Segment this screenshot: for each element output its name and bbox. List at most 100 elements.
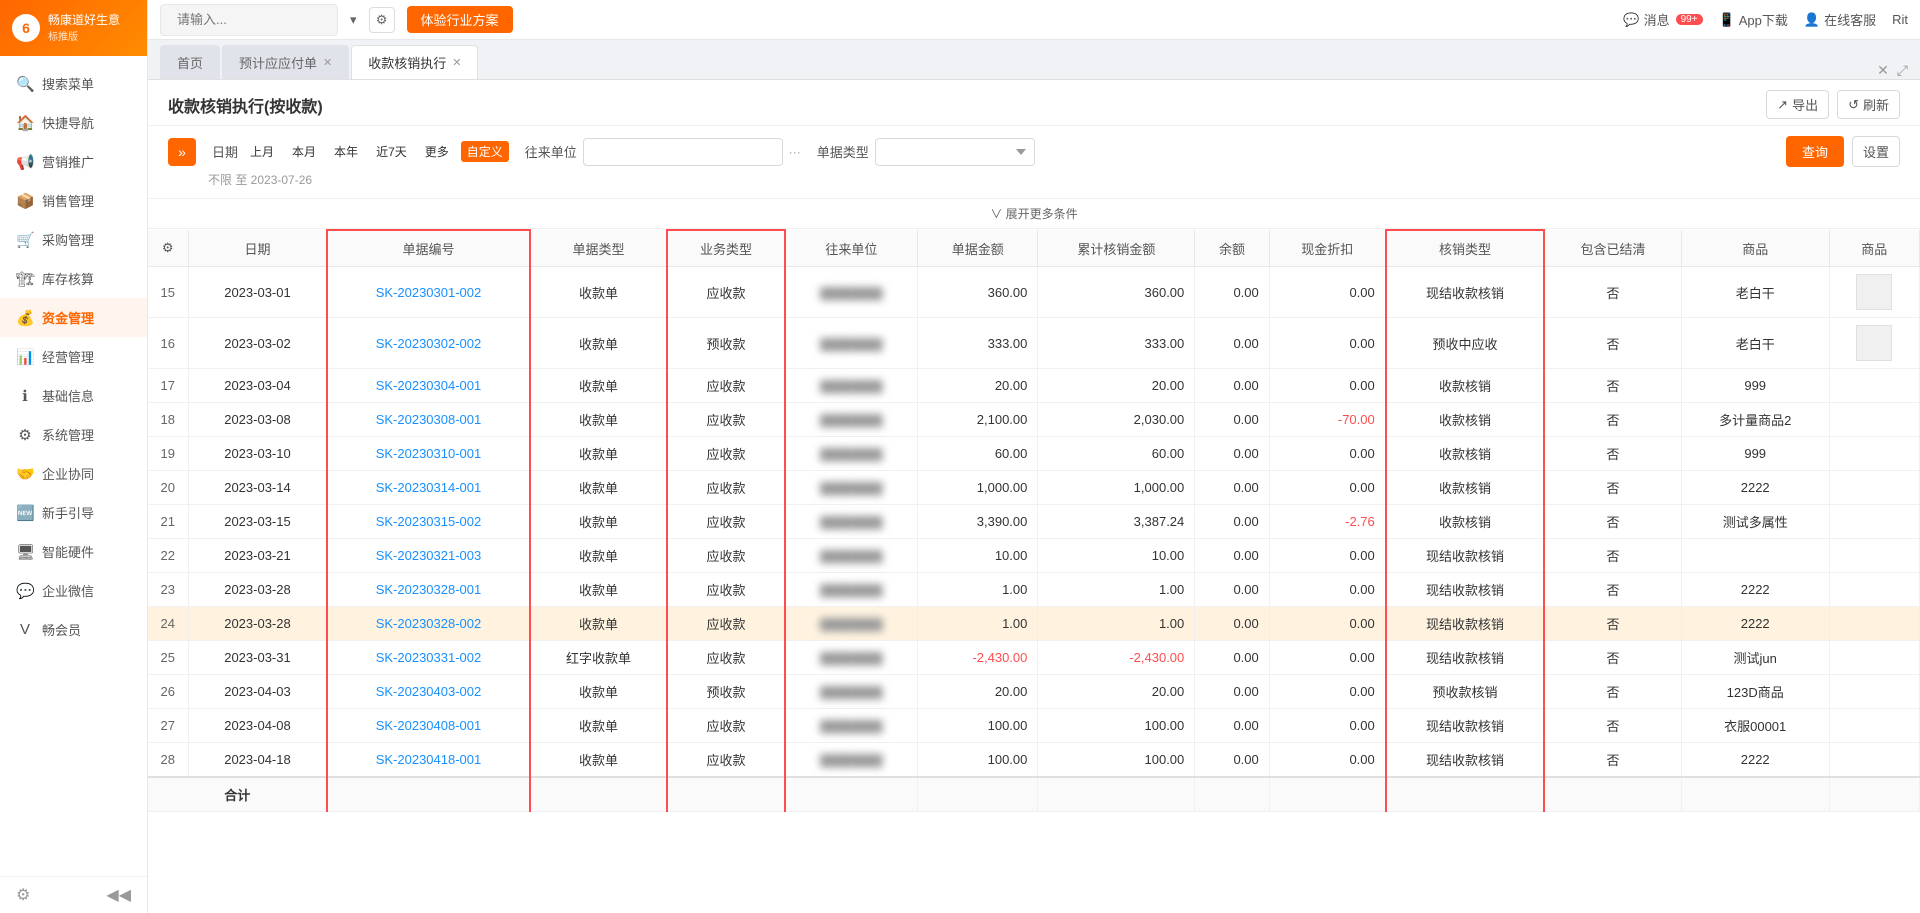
cell-doc-no: SK-20230331-002 xyxy=(327,641,529,675)
tab-home[interactable]: 首页 xyxy=(160,45,220,79)
sidebar-footer: ⚙ ◀◀ xyxy=(0,876,147,913)
app-download-item[interactable]: 📱 App下载 xyxy=(1719,10,1788,29)
sidebar-item-system[interactable]: ⚙系统管理 xyxy=(0,415,147,454)
sidebar-item-purchase[interactable]: 🛒采购管理 xyxy=(0,220,147,259)
collapse-icon[interactable]: ◀◀ xyxy=(106,885,131,905)
sidebar-item-basic[interactable]: ℹ基础信息 xyxy=(0,376,147,415)
date-this-month[interactable]: 本月 xyxy=(286,141,322,162)
doc-no-link[interactable]: SK-20230304-001 xyxy=(376,378,482,393)
filter-expand-icon[interactable]: » xyxy=(168,138,196,166)
doc-no-link[interactable]: SK-20230302-002 xyxy=(376,336,482,351)
doc-no-link[interactable]: SK-20230301-002 xyxy=(376,285,482,300)
topbar-search-input[interactable] xyxy=(169,7,329,33)
doc-no-link[interactable]: SK-20230308-001 xyxy=(376,412,482,427)
cell-included: 否 xyxy=(1544,403,1681,437)
cell-date: 2023-03-08 xyxy=(188,403,327,437)
sidebar-icon-enterprise: 🤝 xyxy=(16,465,34,483)
sidebar-icon-quicknav: 🏠 xyxy=(16,114,34,132)
logo-icon: 6 xyxy=(12,14,40,42)
sidebar-item-enterprise[interactable]: 🤝企业协同 xyxy=(0,454,147,493)
doc-no-link[interactable]: SK-20230408-001 xyxy=(376,718,482,733)
sidebar-item-wechat[interactable]: 💬企业微信 xyxy=(0,571,147,610)
topbar-search-wrapper[interactable] xyxy=(160,4,338,36)
sidebar-item-member[interactable]: V畅会员 xyxy=(0,610,147,649)
tab-collection[interactable]: 收款核销执行✕ xyxy=(351,45,478,79)
cell-index: 24 xyxy=(148,607,188,641)
filter-bar: » 日期 上月 本月 本年 近7天 更多 自定义 往来单位 ··· xyxy=(148,126,1920,199)
date-more[interactable]: 更多 xyxy=(419,141,455,162)
doc-no-link[interactable]: SK-20230328-001 xyxy=(376,582,482,597)
cell-index: 22 xyxy=(148,539,188,573)
doc-type-select[interactable] xyxy=(875,138,1035,166)
cell-verified: 1.00 xyxy=(1038,573,1195,607)
sidebar-item-inventory[interactable]: 🏗库存核算 xyxy=(0,259,147,298)
topbar-dropdown[interactable]: ▾ xyxy=(350,12,357,28)
th-discount: 现金折扣 xyxy=(1269,230,1385,267)
footer-label: 合计 xyxy=(148,777,327,812)
sidebar-item-marketing[interactable]: 📢营销推广 xyxy=(0,142,147,181)
cell-product-img xyxy=(1829,641,1919,675)
doc-no-link[interactable]: SK-20230314-001 xyxy=(376,480,482,495)
settings-icon[interactable]: ⚙ xyxy=(16,885,30,905)
sidebar-item-search[interactable]: 🔍搜索菜单 xyxy=(0,64,147,103)
cell-product: 999 xyxy=(1681,437,1829,471)
export-btn[interactable]: ↗ 导出 xyxy=(1766,90,1829,119)
tab-expand-btn[interactable]: ⤢ xyxy=(1897,62,1908,79)
online-service-item[interactable]: 👤 在线客服 xyxy=(1804,10,1876,29)
table-row: 22 2023-03-21 SK-20230321-003 收款单 应收款 ██… xyxy=(148,539,1920,573)
doc-no-link[interactable]: SK-20230331-002 xyxy=(376,650,482,665)
sidebar-icon-marketing: 📢 xyxy=(16,153,34,171)
doc-no-link[interactable]: SK-20230328-002 xyxy=(376,616,482,631)
sidebar-icon-wechat: 💬 xyxy=(16,582,34,600)
table-row: 17 2023-03-04 SK-20230304-001 收款单 应收款 ██… xyxy=(148,369,1920,403)
cell-included: 否 xyxy=(1544,437,1681,471)
user-name[interactable]: Rit xyxy=(1892,12,1908,27)
cell-discount: -2.76 xyxy=(1269,505,1385,539)
cell-verified: 3,387.24 xyxy=(1038,505,1195,539)
cell-biz-type: 应收款 xyxy=(667,641,784,675)
industry-solution-btn[interactable]: 体验行业方案 xyxy=(407,6,513,33)
table-container: ⚙ 日期 单据编号 单据类型 业务类型 往来单位 单据金额 累计核销金额 余额 … xyxy=(148,229,1920,913)
date-7days[interactable]: 近7天 xyxy=(370,141,413,162)
cell-balance: 0.00 xyxy=(1195,573,1270,607)
cell-index: 25 xyxy=(148,641,188,675)
doc-no-link[interactable]: SK-20230310-001 xyxy=(376,446,482,461)
sidebar-item-operations[interactable]: 📊经营管理 xyxy=(0,337,147,376)
topbar-gear-btn[interactable]: ⚙ xyxy=(369,7,395,33)
sidebar: 6 畅康道好生意 标推版 🔍搜索菜单🏠快捷导航📢营销推广📦销售管理🛒采购管理🏗库… xyxy=(0,0,148,913)
expand-conditions-btn[interactable]: ∨ 展开更多条件 xyxy=(990,207,1077,221)
notification-item[interactable]: 💬 消息 99+ xyxy=(1623,10,1702,29)
sidebar-item-quicknav[interactable]: 🏠快捷导航 xyxy=(0,103,147,142)
date-this-year[interactable]: 本年 xyxy=(328,141,364,162)
cell-doc-type: 收款单 xyxy=(530,403,668,437)
cell-verify-type: 现结收款核销 xyxy=(1386,573,1544,607)
doc-no-link[interactable]: SK-20230418-001 xyxy=(376,752,482,767)
query-btn[interactable]: 查询 xyxy=(1786,136,1844,167)
date-last-month[interactable]: 上月 xyxy=(244,141,280,162)
th-settings[interactable]: ⚙ xyxy=(148,230,188,267)
partner-input[interactable] xyxy=(583,138,783,166)
table-row: 25 2023-03-31 SK-20230331-002 红字收款单 应收款 … xyxy=(148,641,1920,675)
date-custom[interactable]: 自定义 xyxy=(461,141,509,162)
cell-verify-type: 收款核销 xyxy=(1386,369,1544,403)
doc-no-link[interactable]: SK-20230403-002 xyxy=(376,684,482,699)
tab-close-collection[interactable]: ✕ xyxy=(452,56,461,69)
sidebar-item-finance[interactable]: 💰资金管理 xyxy=(0,298,147,337)
sidebar-item-sales[interactable]: 📦销售管理 xyxy=(0,181,147,220)
cell-amount: 20.00 xyxy=(918,369,1038,403)
sidebar-item-guide[interactable]: 🆕新手引导 xyxy=(0,493,147,532)
cell-date: 2023-03-02 xyxy=(188,318,327,369)
doc-no-link[interactable]: SK-20230321-003 xyxy=(376,548,482,563)
sidebar-item-hardware[interactable]: 🖥智能硬件 xyxy=(0,532,147,571)
tab-pending[interactable]: 预计应应付单✕ xyxy=(222,45,349,79)
refresh-btn[interactable]: ↺ 刷新 xyxy=(1837,90,1900,119)
tab-close-pending[interactable]: ✕ xyxy=(323,56,332,69)
tab-close-all-btn[interactable]: ✕ xyxy=(1877,62,1889,79)
filter-more-dots[interactable]: ··· xyxy=(789,145,801,159)
cell-verified: 10.00 xyxy=(1038,539,1195,573)
refresh-icon: ↺ xyxy=(1848,97,1859,113)
doc-no-link[interactable]: SK-20230315-002 xyxy=(376,514,482,529)
cell-date: 2023-04-08 xyxy=(188,709,327,743)
filter-settings-btn[interactable]: 设置 xyxy=(1852,136,1900,167)
cell-amount: 100.00 xyxy=(918,709,1038,743)
